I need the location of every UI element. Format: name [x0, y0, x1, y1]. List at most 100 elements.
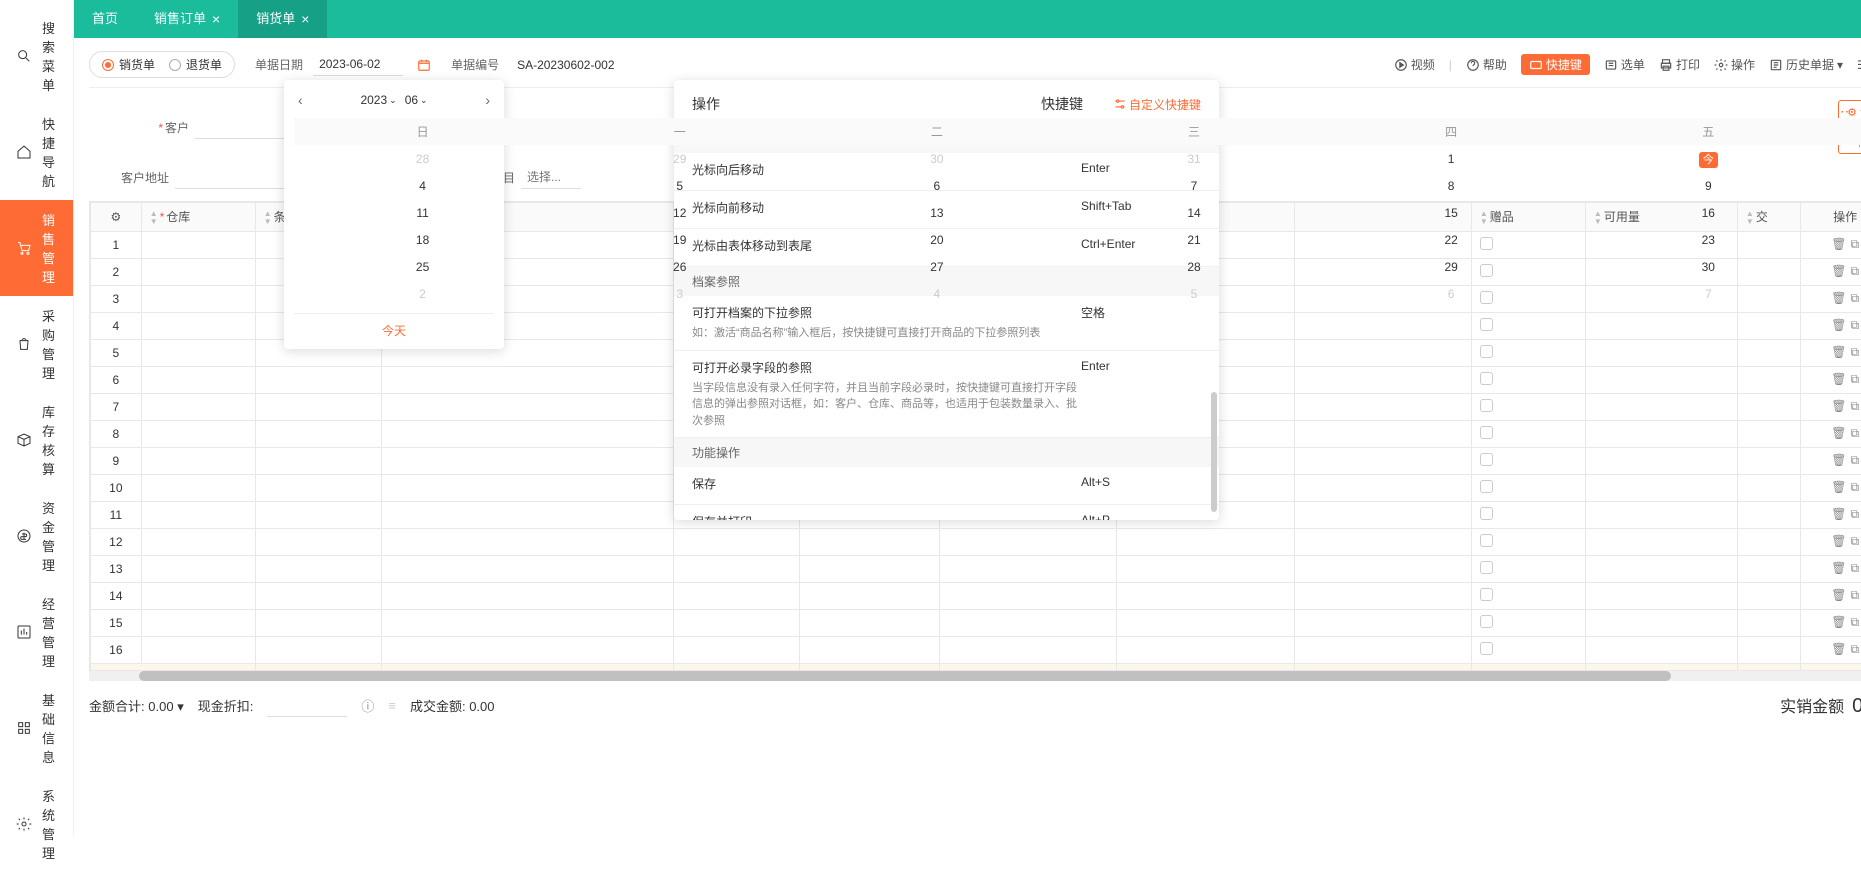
cell[interactable] — [1737, 609, 1800, 636]
calendar-day[interactable]: 29 — [551, 145, 808, 172]
cell[interactable] — [382, 474, 673, 501]
cell[interactable] — [1117, 609, 1294, 636]
cell[interactable] — [1471, 501, 1585, 528]
calendar-day[interactable]: 5 — [551, 172, 808, 199]
cell[interactable] — [382, 555, 673, 582]
calendar-day[interactable]: 15 — [1323, 199, 1580, 226]
cell[interactable] — [141, 231, 255, 258]
cell[interactable] — [1294, 474, 1471, 501]
table-row[interactable]: 15🗑⧉ — [91, 609, 1861, 636]
calendar-day[interactable]: 30 — [808, 145, 1065, 172]
calendar-day[interactable]: 6 — [1323, 280, 1580, 307]
table-row[interactable]: 13🗑⧉ — [91, 555, 1861, 582]
calendar-day[interactable]: 30 — [1580, 253, 1837, 280]
copy-icon[interactable]: ⧉ — [1850, 345, 1859, 359]
checkbox[interactable] — [1480, 372, 1493, 385]
calendar-month-select[interactable]: 06⌄ — [405, 93, 428, 107]
cell[interactable] — [141, 258, 255, 285]
cell[interactable] — [255, 582, 382, 609]
cell[interactable] — [1737, 312, 1800, 339]
delete-icon[interactable]: 🗑 — [1831, 372, 1846, 386]
calendar-day[interactable]: 4 — [294, 172, 551, 199]
cell[interactable] — [1737, 366, 1800, 393]
cell[interactable] — [1471, 609, 1585, 636]
cell[interactable] — [1294, 582, 1471, 609]
sidebar-item-0[interactable]: 搜索菜单 — [0, 8, 73, 104]
cell[interactable] — [382, 582, 673, 609]
cell[interactable] — [1294, 555, 1471, 582]
checkbox[interactable] — [1480, 453, 1493, 466]
delete-icon[interactable]: 🗑 — [1831, 534, 1846, 548]
cell[interactable] — [1294, 636, 1471, 663]
sidebar-item-8[interactable]: 系统管理 — [0, 776, 73, 872]
copy-icon[interactable]: ⧉ — [1850, 642, 1859, 656]
copy-icon[interactable]: ⧉ — [1850, 318, 1859, 332]
cell[interactable] — [1737, 555, 1800, 582]
cell[interactable] — [382, 501, 673, 528]
calendar-day[interactable]: 23 — [1580, 226, 1837, 253]
cell[interactable] — [1471, 420, 1585, 447]
cell[interactable] — [1585, 339, 1737, 366]
cell[interactable] — [141, 636, 255, 663]
copy-icon[interactable]: ⧉ — [1850, 399, 1859, 413]
cell[interactable] — [382, 366, 673, 393]
cell[interactable] — [939, 609, 1116, 636]
calendar-day[interactable]: 12 — [551, 199, 808, 226]
cell[interactable] — [141, 447, 255, 474]
checkbox[interactable] — [1480, 480, 1493, 493]
cell[interactable] — [382, 420, 673, 447]
cell[interactable] — [800, 636, 939, 663]
cell[interactable] — [673, 555, 800, 582]
calendar-day[interactable]: 7 — [1580, 280, 1837, 307]
delete-icon[interactable]: 🗑 — [1831, 561, 1846, 575]
print-button[interactable]: 打印 — [1659, 56, 1700, 73]
cell[interactable] — [1471, 339, 1585, 366]
calendar-next-icon[interactable]: › — [481, 92, 494, 108]
cell[interactable] — [673, 582, 800, 609]
copy-icon[interactable]: ⧉ — [1850, 588, 1859, 602]
cell[interactable] — [382, 609, 673, 636]
help-icon[interactable]: ⓘ — [361, 696, 374, 715]
cell[interactable] — [255, 555, 382, 582]
cell[interactable] — [1294, 501, 1471, 528]
sidebar-item-1[interactable]: 快捷导航 — [0, 104, 73, 200]
cell[interactable] — [1737, 447, 1800, 474]
cell[interactable] — [1585, 312, 1737, 339]
checkbox[interactable] — [1480, 642, 1493, 655]
video-button[interactable]: 视频 — [1394, 56, 1435, 73]
menu-toggle-icon[interactable]: ☰ — [1857, 58, 1861, 72]
cell[interactable] — [255, 393, 382, 420]
delete-icon[interactable]: 🗑 — [1831, 507, 1846, 521]
cell[interactable] — [800, 555, 939, 582]
cell[interactable] — [255, 366, 382, 393]
sidebar-item-7[interactable]: 基础信息 — [0, 680, 73, 776]
cell[interactable] — [141, 528, 255, 555]
checkbox[interactable] — [1480, 318, 1493, 331]
cell[interactable] — [673, 528, 800, 555]
cell[interactable] — [141, 393, 255, 420]
sidebar-item-6[interactable]: 经营管理 — [0, 584, 73, 680]
table-row[interactable]: 14🗑⧉ — [91, 582, 1861, 609]
cell[interactable] — [255, 636, 382, 663]
tab-1[interactable]: 销售订单× — [136, 0, 238, 38]
checkbox[interactable] — [1480, 345, 1493, 358]
delete-icon[interactable]: 🗑 — [1831, 615, 1846, 629]
calendar-day[interactable]: 3 — [551, 280, 808, 307]
calendar-day[interactable]: 7 — [1065, 172, 1322, 199]
calendar-day[interactable]: 8 — [1323, 172, 1580, 199]
th-warehouse[interactable]: ▲▼*仓库 — [141, 203, 255, 232]
cell[interactable] — [255, 528, 382, 555]
copy-icon[interactable]: ⧉ — [1850, 561, 1859, 575]
table-row[interactable]: 16🗑⧉ — [91, 636, 1861, 663]
delete-icon[interactable]: 🗑 — [1831, 480, 1846, 494]
calendar-day-today[interactable]: 今 — [1580, 145, 1837, 172]
radio-sale[interactable]: 销货单 — [102, 56, 155, 73]
calendar-day[interactable]: 4 — [808, 280, 1065, 307]
cell[interactable] — [141, 285, 255, 312]
cell[interactable] — [1117, 636, 1294, 663]
checkbox[interactable] — [1480, 399, 1493, 412]
cell[interactable] — [141, 474, 255, 501]
horizontal-scrollbar[interactable] — [89, 671, 1861, 681]
cell[interactable] — [673, 609, 800, 636]
sidebar-item-3[interactable]: 采购管理 — [0, 296, 73, 392]
